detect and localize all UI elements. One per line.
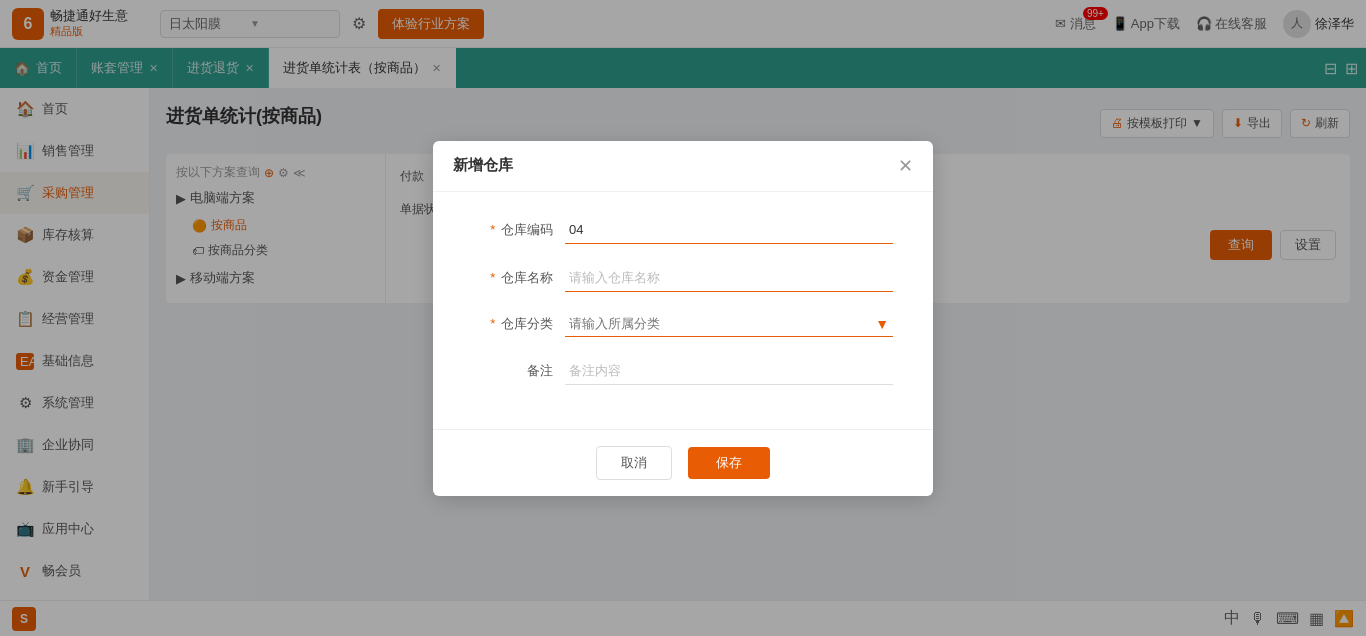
name-label: * 仓库名称: [473, 269, 553, 287]
form-row-category: * 仓库分类 ▼: [473, 312, 893, 337]
category-required-marker: *: [490, 316, 495, 331]
category-select-input[interactable]: [569, 316, 875, 331]
dialog-header: 新增仓库 ✕: [433, 141, 933, 192]
new-warehouse-dialog: 新增仓库 ✕ * 仓库编码 * 仓库名称: [433, 141, 933, 496]
category-dropdown-icon[interactable]: ▼: [875, 316, 889, 332]
warehouse-code-input[interactable]: [565, 216, 893, 244]
save-button[interactable]: 保存: [688, 447, 770, 479]
dialog-close-icon[interactable]: ✕: [898, 155, 913, 177]
dialog-title: 新增仓库: [453, 156, 513, 175]
note-label: 备注: [473, 362, 553, 380]
name-required-marker: *: [490, 270, 495, 285]
cancel-button[interactable]: 取消: [596, 446, 672, 480]
category-label: * 仓库分类: [473, 315, 553, 333]
dialog-body: * 仓库编码 * 仓库名称 * 仓库分类: [433, 192, 933, 429]
warehouse-name-input[interactable]: [565, 264, 893, 292]
form-row-code: * 仓库编码: [473, 216, 893, 244]
code-required-marker: *: [490, 222, 495, 237]
category-select-wrap[interactable]: ▼: [565, 312, 893, 337]
form-row-note: 备注: [473, 357, 893, 385]
code-label: * 仓库编码: [473, 221, 553, 239]
form-row-name: * 仓库名称: [473, 264, 893, 292]
dialog-overlay: 新增仓库 ✕ * 仓库编码 * 仓库名称: [0, 0, 1366, 636]
warehouse-note-input[interactable]: [565, 357, 893, 385]
dialog-footer: 取消 保存: [433, 429, 933, 496]
